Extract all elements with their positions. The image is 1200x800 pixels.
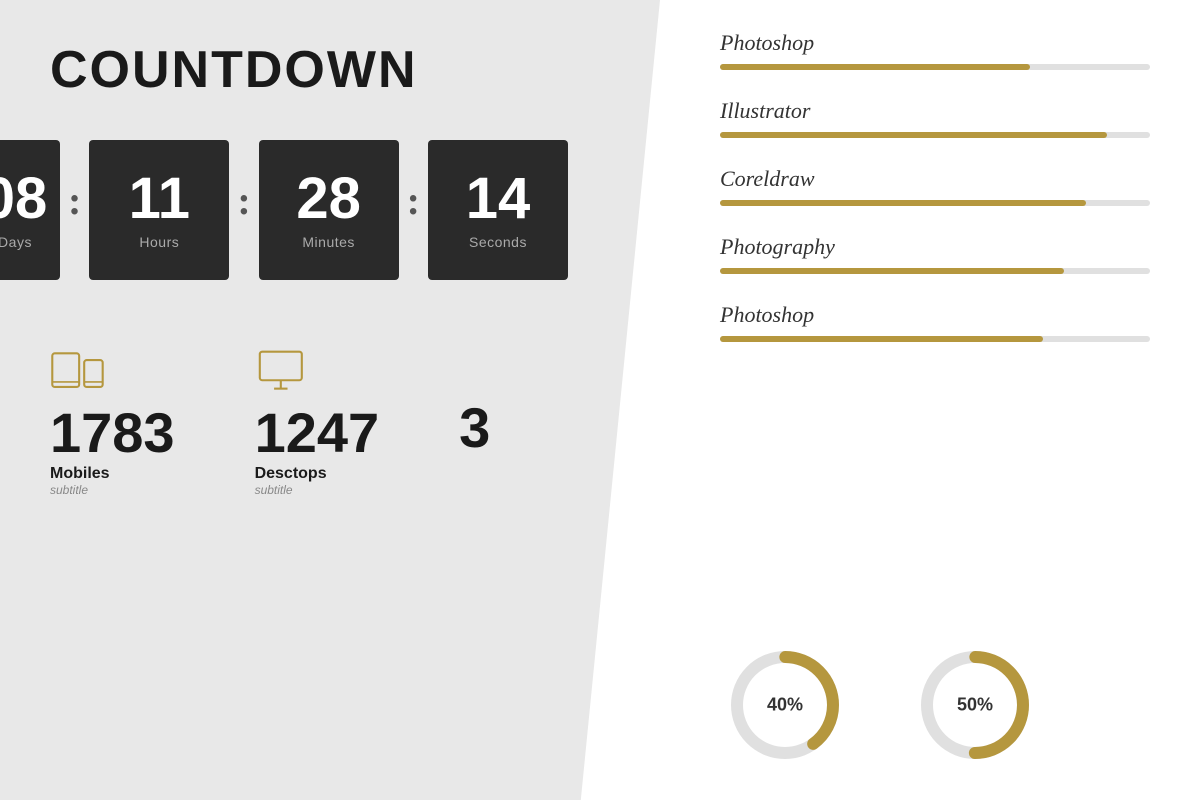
skill-bar-fill-0 [720,64,1030,70]
separator-1: : [60,177,89,224]
desktops-subtitle: subtitle [255,483,293,497]
stat-other: 3 [459,350,490,456]
skill-bar-bg-4 [720,336,1150,342]
stats-section: 1783 Mobiles subtitle 1247 Desctops subt… [0,290,660,497]
minutes-box: 28 Minutes [259,140,399,280]
seconds-box: 14 Seconds [428,140,568,280]
skill-item-4: Photoshop [720,302,1150,342]
skill-item-3: Photography [720,234,1150,274]
skill-name-2: Coreldraw [720,166,1150,192]
skill-name-3: Photography [720,234,1150,260]
countdown-title: COUNTDOWN [0,0,660,130]
days-box: 08 Days [0,140,60,280]
days-label: Days [0,234,32,250]
skill-bar-bg-1 [720,132,1150,138]
minutes-number: 28 [296,170,361,228]
skill-item-2: Coreldraw [720,166,1150,206]
skill-bar-fill-3 [720,268,1064,274]
donut-1: 50% [910,640,1040,770]
right-panel: Photoshop Illustrator Coreldraw Photography… [660,0,1200,800]
mobile-icon [50,350,110,397]
stat-mobiles: 1783 Mobiles subtitle [50,350,175,497]
donuts-section: 40% 50% [720,620,1150,770]
skill-bar-bg-3 [720,268,1150,274]
minutes-label: Minutes [302,234,355,250]
desktops-title: Desctops [255,465,327,483]
separator-3: : [399,177,428,224]
skill-item-1: Illustrator [720,98,1150,138]
desktops-number: 1247 [255,405,380,461]
donut-0: 40% [720,640,850,770]
other-number: 3 [459,400,490,456]
mobiles-title: Mobiles [50,465,110,483]
mobiles-subtitle: subtitle [50,483,88,497]
skill-bar-bg-2 [720,200,1150,206]
left-panel: COUNTDOWN 08 Days : 11 Hours : 28 Minute… [0,0,660,800]
skill-name-4: Photoshop [720,302,1150,328]
days-number: 08 [0,170,47,228]
hours-box: 11 Hours [89,140,229,280]
mobiles-number: 1783 [50,405,175,461]
donut-label-0: 40% [767,695,803,716]
seconds-label: Seconds [469,234,527,250]
separator-2: : [229,177,258,224]
skill-bar-fill-1 [720,132,1107,138]
hours-number: 11 [129,170,190,228]
countdown-boxes: 08 Days : 11 Hours : 28 Minutes : 14 Sec… [0,130,660,290]
stat-desktops: 1247 Desctops subtitle [255,350,380,497]
skill-item-0: Photoshop [720,30,1150,70]
seconds-number: 14 [466,170,531,228]
donut-label-1: 50% [957,695,993,716]
skill-bar-fill-4 [720,336,1043,342]
desktop-icon [255,350,315,397]
skill-bar-fill-2 [720,200,1086,206]
skills-section: Photoshop Illustrator Coreldraw Photography… [720,30,1150,620]
hours-label: Hours [139,234,179,250]
skill-name-0: Photoshop [720,30,1150,56]
skill-bar-bg-0 [720,64,1150,70]
skill-name-1: Illustrator [720,98,1150,124]
